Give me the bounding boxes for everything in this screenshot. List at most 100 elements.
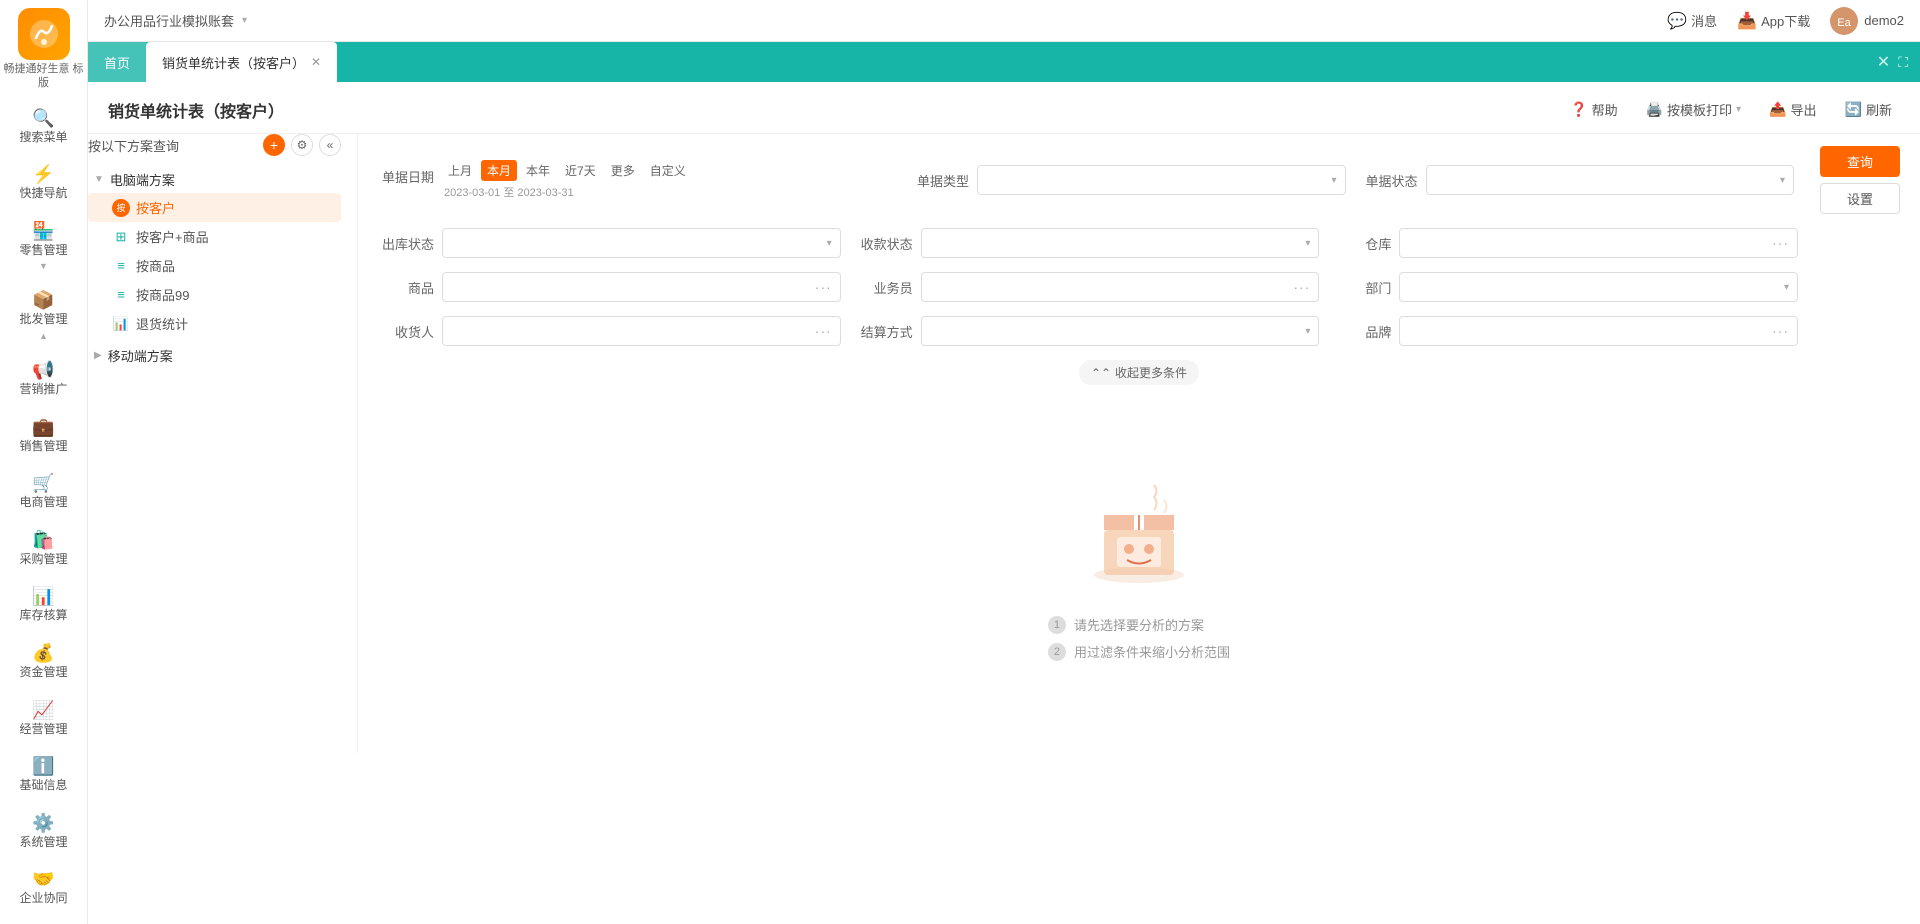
filter-row-2: 出库状态 ▾ 收款状态 ▾ 仓库	[378, 228, 1900, 258]
warehouse-input[interactable]: ···	[1399, 228, 1798, 258]
message-button[interactable]: 💬 消息	[1667, 11, 1717, 31]
date-tabs-row: 上月 本月 本年 近7天 更多 自定义	[442, 160, 897, 181]
app-logo[interactable]	[18, 8, 70, 60]
filter-row-1: 单据日期 上月 本月 本年 近7天 更多 自定义 20	[378, 146, 1900, 214]
scheme-group-mobile-header[interactable]: ▶ 移动端方案	[88, 342, 341, 369]
purchase-icon: 🛍️	[32, 531, 54, 549]
scheme-item-label: 按客户	[136, 198, 175, 217]
print-icon: 🖨️	[1646, 101, 1663, 118]
settlement-select[interactable]: ▾	[921, 316, 1320, 346]
order-status-label: 单据状态	[1362, 171, 1418, 190]
scheme-group-pc-header[interactable]: ▼ 电脑端方案	[88, 166, 341, 193]
gear-icon: ⚙️	[32, 814, 54, 832]
search-icon: 🔍	[32, 109, 54, 127]
sidebar-item-retail[interactable]: 🏪 零售管理 ▼	[0, 212, 87, 282]
sidebar-item-label: 资金管理	[19, 665, 67, 681]
panel-header: 按以下方案查询 + ⚙ «	[88, 134, 341, 156]
tab-sales-stat[interactable]: 销货单统计表（按客户） ✕	[146, 42, 337, 82]
collapse-row: ⌃⌃ 收起更多条件	[378, 360, 1900, 385]
out-status-select[interactable]: ▾	[442, 228, 841, 258]
sidebar-item-business[interactable]: 📈 经营管理	[0, 691, 87, 748]
date-tab-7days[interactable]: 近7天	[559, 160, 602, 181]
sidebar: 畅捷通好生意 标版 🔍 搜索菜单 ⚡ 快捷导航 🏪 零售管理 ▼ 📦 批发管理 …	[0, 0, 88, 924]
settings-button[interactable]: 设置	[1820, 183, 1900, 214]
query-button[interactable]: 查询	[1820, 146, 1900, 177]
scheme-item-label: 按商品99	[136, 285, 189, 304]
date-tab-more[interactable]: 更多	[605, 160, 641, 181]
sidebar-item-label: 搜索菜单	[19, 130, 67, 146]
scheme-group-mobile-label: 移动端方案	[108, 346, 173, 365]
chevron-down-icon: ▼	[94, 174, 104, 185]
receiver-input[interactable]: ···	[442, 316, 841, 346]
payment-status-select[interactable]: ▾	[921, 228, 1320, 258]
scheme-item-by-goods-99[interactable]: ≡ 按商品99	[88, 280, 341, 309]
date-tab-this-year[interactable]: 本年	[520, 160, 556, 181]
sidebar-navigation: 🔍 搜索菜单 ⚡ 快捷导航 🏪 零售管理 ▼ 📦 批发管理 ▲ 📢 营销推广 💼…	[0, 99, 87, 924]
help-button[interactable]: ❓ 帮助	[1562, 96, 1625, 123]
filter-out-status: 出库状态 ▾	[378, 228, 841, 258]
collapse-button[interactable]: ⌃⌃ 收起更多条件	[1079, 360, 1199, 385]
sidebar-item-marketing[interactable]: 📢 营销推广	[0, 351, 87, 408]
refresh-button[interactable]: 🔄 刷新	[1837, 96, 1900, 123]
settings-scheme-button[interactable]: ⚙	[291, 134, 313, 156]
wholesale-icon: 📦	[32, 291, 54, 309]
more-icon: ···	[1772, 323, 1789, 339]
scheme-item-return-stat[interactable]: 📊 退货统计	[88, 309, 341, 338]
dropdown-arrow-icon: ▾	[827, 238, 832, 249]
sidebar-item-search[interactable]: 🔍 搜索菜单	[0, 99, 87, 156]
sidebar-item-enterprise[interactable]: 🤝 企业协同	[0, 860, 87, 917]
department-label: 部门	[1335, 278, 1391, 297]
finance-icon: 💰	[32, 644, 54, 662]
add-scheme-button[interactable]: +	[263, 134, 285, 156]
sidebar-item-sales[interactable]: 💼 销售管理	[0, 408, 87, 465]
panel-title: 按以下方案查询	[88, 136, 179, 155]
tip-text-1: 请先选择要分析的方案	[1074, 615, 1204, 634]
sidebar-item-ecommerce[interactable]: 🛒 电商管理	[0, 464, 87, 521]
date-tab-custom[interactable]: 自定义	[644, 160, 692, 181]
tab-home[interactable]: 首页	[88, 42, 146, 82]
app-download-button[interactable]: 📥 App下载	[1737, 11, 1810, 31]
title-dropdown-arrow-icon[interactable]: ▾	[242, 15, 247, 26]
logo-text: 畅捷通好生意 标版	[0, 62, 87, 91]
sidebar-item-basic-info[interactable]: ℹ️ 基础信息	[0, 747, 87, 804]
sidebar-item-label: 快捷导航	[19, 186, 67, 202]
filter-settlement: 结算方式 ▾	[857, 316, 1320, 346]
goods-input[interactable]: ···	[442, 272, 841, 302]
sidebar-item-inventory[interactable]: 📊 库存核算	[0, 577, 87, 634]
more-icon: ···	[815, 323, 832, 339]
goods-label: 商品	[378, 278, 434, 297]
scheme-item-by-customer[interactable]: 按 按客户	[88, 193, 341, 222]
date-tab-last-month[interactable]: 上月	[442, 160, 478, 181]
empty-tips: 1 请先选择要分析的方案 2 用过滤条件来缩小分析范围	[1048, 615, 1230, 661]
warehouse-label: 仓库	[1335, 234, 1391, 253]
template-print-button[interactable]: 🖨️ 按模板打印 ▾	[1638, 96, 1749, 123]
tab-sales-stat-label: 销货单统计表（按客户）	[162, 53, 305, 72]
table99-icon: ≡	[112, 286, 130, 304]
scheme-item-by-customer-goods[interactable]: ⊞ 按客户+商品	[88, 222, 341, 251]
receiver-label: 收货人	[378, 322, 434, 341]
tab-maximize-icon[interactable]: ⛶	[1898, 54, 1908, 71]
export-button[interactable]: 📤 导出	[1761, 96, 1824, 123]
tab-close-all-icon[interactable]: ✕	[1877, 52, 1890, 72]
tab-close-icon[interactable]: ✕	[311, 55, 321, 69]
order-status-select[interactable]: ▾	[1426, 165, 1795, 195]
content-area: 按以下方案查询 + ⚙ « ▼ 电脑端方案	[88, 134, 1920, 753]
sidebar-item-quick-nav[interactable]: ⚡ 快捷导航	[0, 155, 87, 212]
collapse-panel-button[interactable]: «	[319, 134, 341, 156]
salesperson-input[interactable]: ···	[921, 272, 1320, 302]
order-type-select[interactable]: ▾	[977, 165, 1346, 195]
filter-department: 部门 ▾	[1335, 272, 1798, 302]
sidebar-item-wholesale[interactable]: 📦 批发管理 ▲	[0, 281, 87, 351]
brand-input[interactable]: ···	[1399, 316, 1798, 346]
sidebar-item-finance[interactable]: 💰 资金管理	[0, 634, 87, 691]
sidebar-item-system[interactable]: ⚙️ 系统管理	[0, 804, 87, 861]
sidebar-item-newbie[interactable]: 🎯 新手引导	[0, 917, 87, 924]
date-tab-this-month[interactable]: 本月	[481, 160, 517, 181]
more-icon: ···	[1772, 235, 1789, 251]
user-area[interactable]: Ea demo2	[1830, 7, 1904, 35]
sidebar-item-label: 电商管理	[19, 495, 67, 511]
department-select[interactable]: ▾	[1399, 272, 1798, 302]
print-dropdown-icon: ▾	[1736, 104, 1741, 115]
sidebar-item-purchase[interactable]: 🛍️ 采购管理	[0, 521, 87, 578]
scheme-item-by-goods[interactable]: ≡ 按商品	[88, 251, 341, 280]
